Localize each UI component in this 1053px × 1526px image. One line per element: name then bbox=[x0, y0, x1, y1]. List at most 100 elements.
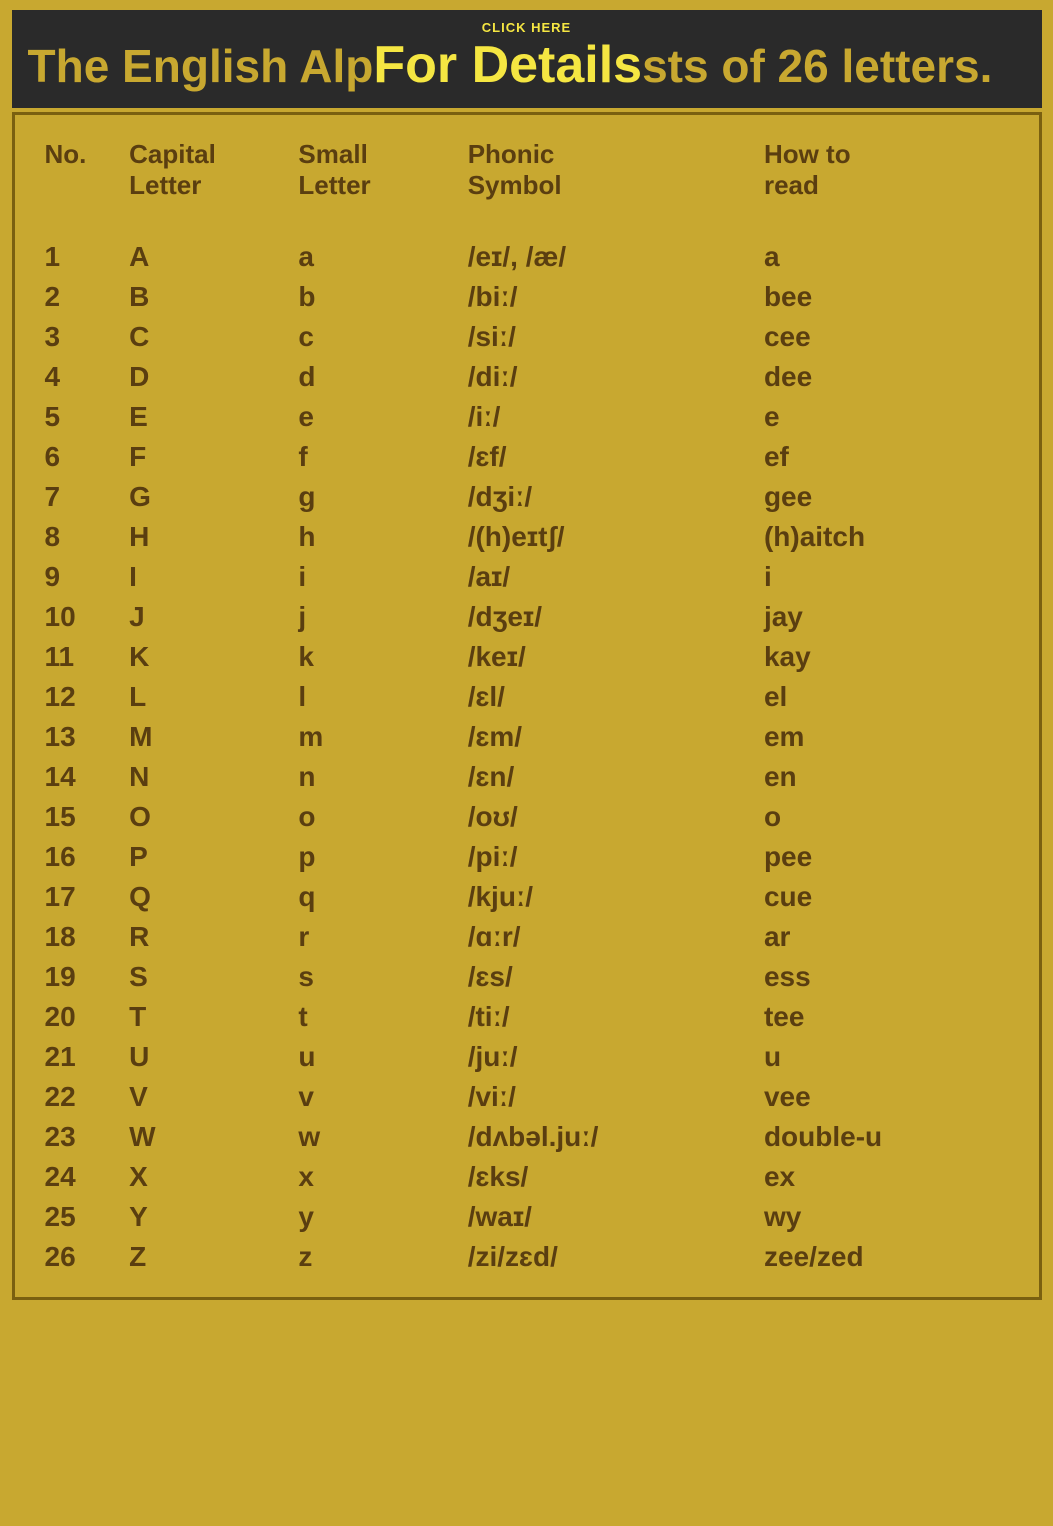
col-header-capital: CapitalLetter bbox=[119, 131, 288, 219]
cell-phonic: /ɛm/ bbox=[458, 717, 754, 757]
cell-small: z bbox=[288, 1237, 457, 1277]
cell-phonic: /iː/ bbox=[458, 397, 754, 437]
alphabet-table: No. CapitalLetter SmallLetter PhonicSymb… bbox=[35, 131, 1019, 1277]
cell-no: 20 bbox=[35, 997, 120, 1037]
cell-no: 3 bbox=[35, 317, 120, 357]
cell-capital: U bbox=[119, 1037, 288, 1077]
cell-no: 18 bbox=[35, 917, 120, 957]
table-container: No. CapitalLetter SmallLetter PhonicSymb… bbox=[12, 112, 1042, 1300]
table-row: 8 H h /(h)eɪtʃ/ (h)aitch bbox=[35, 517, 1019, 557]
cell-small: s bbox=[288, 957, 457, 997]
cell-how: gee bbox=[754, 477, 1019, 517]
cell-how: e bbox=[754, 397, 1019, 437]
cell-phonic: /biː/ bbox=[458, 277, 754, 317]
cell-capital: Y bbox=[119, 1197, 288, 1237]
cell-phonic: /piː/ bbox=[458, 837, 754, 877]
cell-small: m bbox=[288, 717, 457, 757]
table-row: 13 M m /ɛm/ em bbox=[35, 717, 1019, 757]
cell-capital: O bbox=[119, 797, 288, 837]
cell-no: 22 bbox=[35, 1077, 120, 1117]
cell-how: tee bbox=[754, 997, 1019, 1037]
cell-how: el bbox=[754, 677, 1019, 717]
cell-phonic: /diː/ bbox=[458, 357, 754, 397]
table-row: 7 G g /dʒiː/ gee bbox=[35, 477, 1019, 517]
table-row: 15 O o /oʊ/ o bbox=[35, 797, 1019, 837]
table-row: 21 U u /juː/ u bbox=[35, 1037, 1019, 1077]
table-row: 22 V v /viː/ vee bbox=[35, 1077, 1019, 1117]
cell-small: y bbox=[288, 1197, 457, 1237]
click-here-label[interactable]: CLICK HERE bbox=[28, 20, 1026, 35]
cell-how: em bbox=[754, 717, 1019, 757]
cell-how: bee bbox=[754, 277, 1019, 317]
cell-phonic: /ɛl/ bbox=[458, 677, 754, 717]
cell-phonic: /ɛks/ bbox=[458, 1157, 754, 1197]
cell-small: l bbox=[288, 677, 457, 717]
cell-capital: D bbox=[119, 357, 288, 397]
main-title: The English AlpFor Detailssts of 26 lett… bbox=[28, 37, 1026, 94]
cell-capital: Q bbox=[119, 877, 288, 917]
cell-small: v bbox=[288, 1077, 457, 1117]
cell-phonic: /viː/ bbox=[458, 1077, 754, 1117]
cell-small: u bbox=[288, 1037, 457, 1077]
table-header-row: No. CapitalLetter SmallLetter PhonicSymb… bbox=[35, 131, 1019, 219]
cell-capital: J bbox=[119, 597, 288, 637]
cell-no: 1 bbox=[35, 237, 120, 277]
cell-no: 19 bbox=[35, 957, 120, 997]
cell-no: 13 bbox=[35, 717, 120, 757]
table-row: 6 F f /ɛf/ ef bbox=[35, 437, 1019, 477]
cell-small: i bbox=[288, 557, 457, 597]
cell-phonic: /dʌbəl.juː/ bbox=[458, 1117, 754, 1157]
table-row: 19 S s /ɛs/ ess bbox=[35, 957, 1019, 997]
cell-small: f bbox=[288, 437, 457, 477]
cell-capital: H bbox=[119, 517, 288, 557]
cell-small: o bbox=[288, 797, 457, 837]
cell-phonic: /aɪ/ bbox=[458, 557, 754, 597]
cell-no: 26 bbox=[35, 1237, 120, 1277]
table-row: 9 I i /aɪ/ i bbox=[35, 557, 1019, 597]
cell-capital: M bbox=[119, 717, 288, 757]
cell-capital: X bbox=[119, 1157, 288, 1197]
cell-phonic: /waɪ/ bbox=[458, 1197, 754, 1237]
cell-phonic: /eɪ/, /æ/ bbox=[458, 237, 754, 277]
cell-small: e bbox=[288, 397, 457, 437]
cell-capital: V bbox=[119, 1077, 288, 1117]
col-header-small: SmallLetter bbox=[288, 131, 457, 219]
cell-no: 25 bbox=[35, 1197, 120, 1237]
title-start: The English Alp bbox=[28, 40, 374, 92]
header-section[interactable]: CLICK HERE The English AlpFor Detailssts… bbox=[12, 10, 1042, 108]
table-row: 2 B b /biː/ bee bbox=[35, 277, 1019, 317]
table-row: 26 Z z /zi/zɛd/ zee/zed bbox=[35, 1237, 1019, 1277]
col-header-phonic: PhonicSymbol bbox=[458, 131, 754, 219]
cell-how: cee bbox=[754, 317, 1019, 357]
cell-no: 16 bbox=[35, 837, 120, 877]
cell-capital: I bbox=[119, 557, 288, 597]
cell-capital: C bbox=[119, 317, 288, 357]
cell-no: 21 bbox=[35, 1037, 120, 1077]
cell-no: 23 bbox=[35, 1117, 120, 1157]
cell-phonic: /zi/zɛd/ bbox=[458, 1237, 754, 1277]
cell-how: pee bbox=[754, 837, 1019, 877]
cell-capital: L bbox=[119, 677, 288, 717]
cell-no: 8 bbox=[35, 517, 120, 557]
cell-how: a bbox=[754, 237, 1019, 277]
for-details-link[interactable]: For Details bbox=[373, 36, 642, 94]
cell-how: i bbox=[754, 557, 1019, 597]
cell-phonic: /siː/ bbox=[458, 317, 754, 357]
table-row: 23 W w /dʌbəl.juː/ double-u bbox=[35, 1117, 1019, 1157]
cell-how: dee bbox=[754, 357, 1019, 397]
cell-how: ess bbox=[754, 957, 1019, 997]
cell-small: j bbox=[288, 597, 457, 637]
cell-no: 9 bbox=[35, 557, 120, 597]
cell-no: 10 bbox=[35, 597, 120, 637]
cell-no: 6 bbox=[35, 437, 120, 477]
table-row: 16 P p /piː/ pee bbox=[35, 837, 1019, 877]
cell-capital: N bbox=[119, 757, 288, 797]
cell-small: k bbox=[288, 637, 457, 677]
cell-phonic: /ɑːr/ bbox=[458, 917, 754, 957]
table-row: 25 Y y /waɪ/ wy bbox=[35, 1197, 1019, 1237]
table-row: 18 R r /ɑːr/ ar bbox=[35, 917, 1019, 957]
cell-no: 11 bbox=[35, 637, 120, 677]
cell-no: 2 bbox=[35, 277, 120, 317]
cell-small: g bbox=[288, 477, 457, 517]
cell-small: d bbox=[288, 357, 457, 397]
